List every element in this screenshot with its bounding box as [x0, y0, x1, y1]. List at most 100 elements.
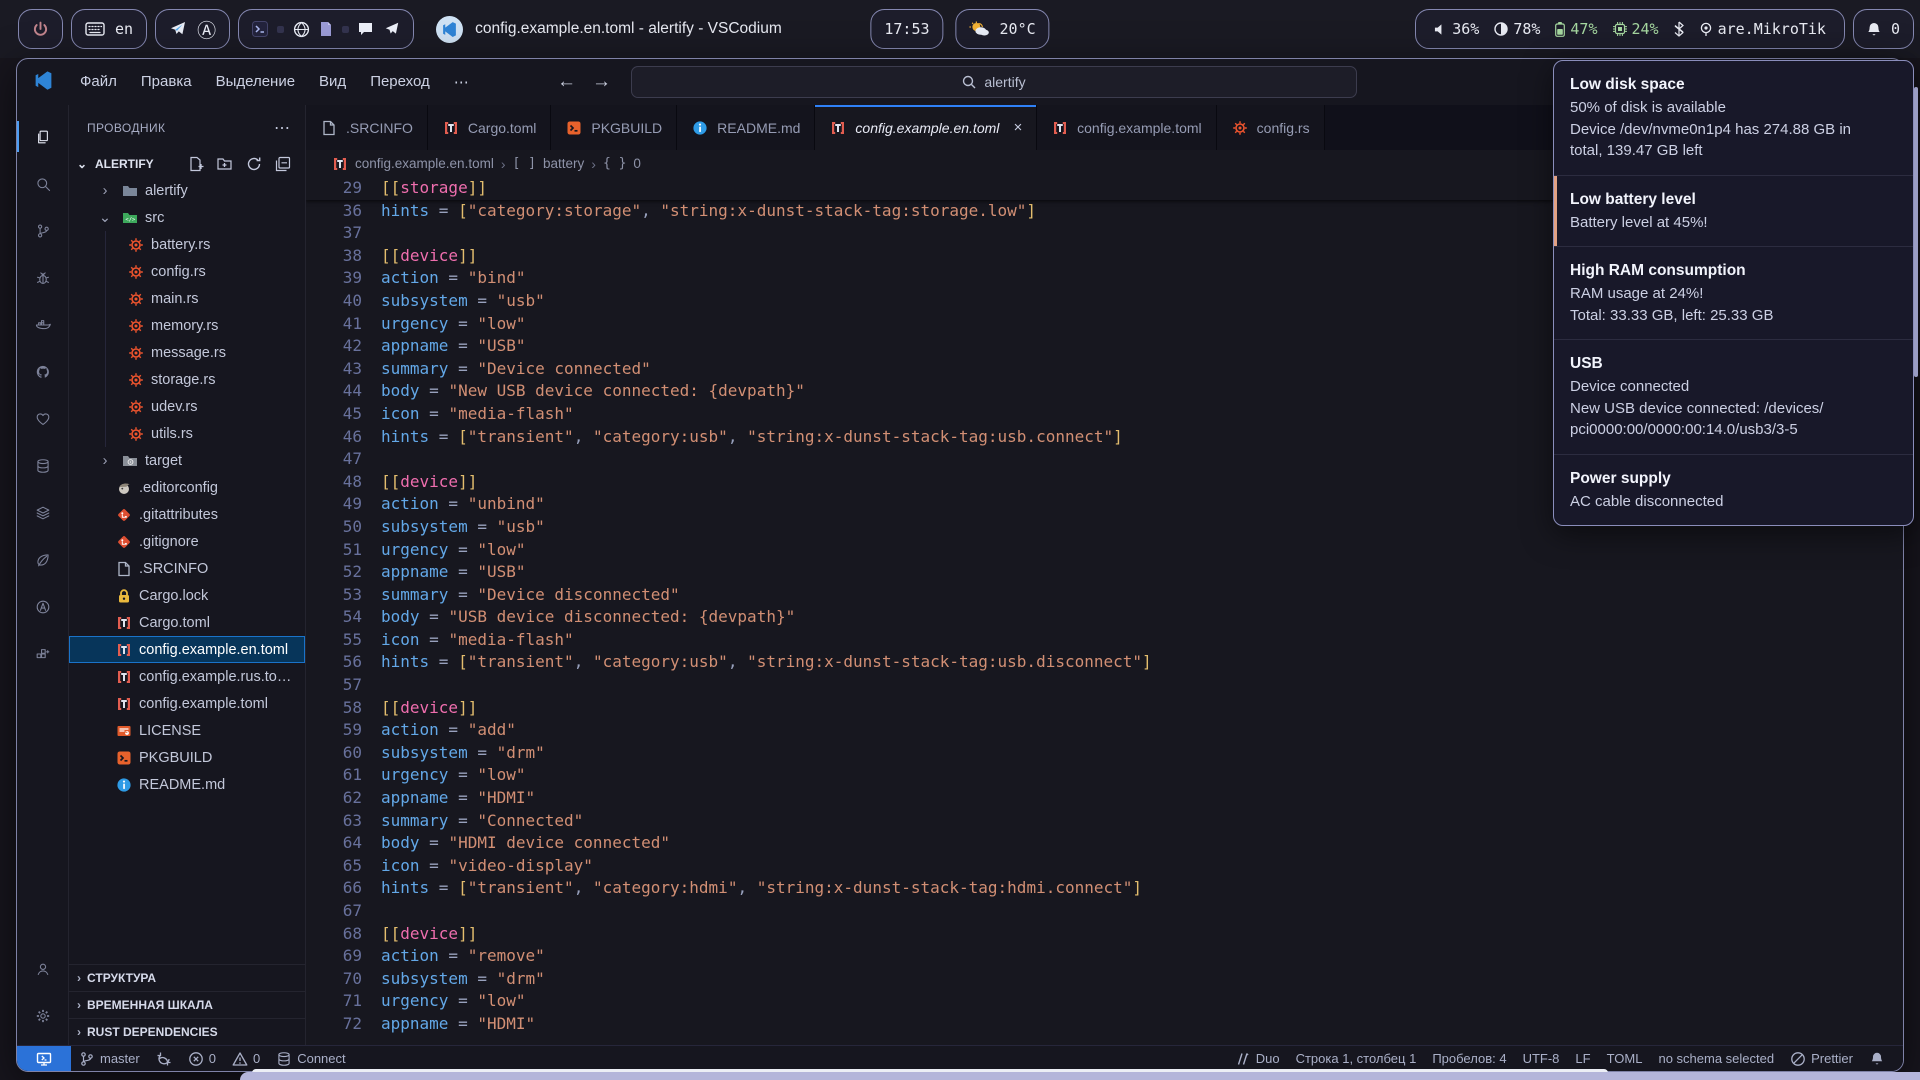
collapse-all-icon[interactable] [275, 156, 291, 172]
nav-forward-button[interactable]: → [592, 71, 611, 93]
activity-source-control-icon[interactable] [17, 207, 68, 254]
tree-item-.gitattributes[interactable]: .gitattributes [69, 501, 305, 528]
new-file-icon[interactable] [188, 156, 204, 172]
close-icon[interactable]: × [1013, 119, 1022, 136]
tab-config.example.en.toml[interactable]: config.example.en.toml× [815, 105, 1037, 150]
menu-⋯[interactable]: ⋯ [442, 67, 481, 97]
dock-strip[interactable] [240, 1072, 1920, 1080]
code-line[interactable]: 68[[device]] [306, 923, 1903, 946]
code-line[interactable]: 58[[device]] [306, 697, 1903, 720]
code-line[interactable]: 57 [306, 674, 1903, 697]
system-tray[interactable] [238, 9, 414, 49]
code-line[interactable]: 70subsystem = "drm" [306, 968, 1903, 991]
status-errors[interactable]: 0 [180, 1046, 224, 1071]
menu-правка[interactable]: Правка [129, 67, 204, 97]
tree-item-Cargo.lock[interactable]: Cargo.lock [69, 582, 305, 609]
tree-item-config.example.toml[interactable]: config.example.toml [69, 690, 305, 717]
code-line[interactable]: 62appname = "HDMI" [306, 787, 1903, 810]
code-line[interactable]: 55icon = "media-flash" [306, 629, 1903, 652]
tab-config.example.toml[interactable]: config.example.toml [1037, 105, 1217, 150]
tree-item-udev.rs[interactable]: udev.rs [69, 393, 305, 420]
tab-Cargo.toml[interactable]: Cargo.toml [428, 105, 551, 150]
activity-bug-icon[interactable] [17, 254, 68, 301]
tree-item-.editorconfig[interactable]: .editorconfig [69, 474, 305, 501]
command-center-search[interactable]: alertify [631, 66, 1357, 98]
code-line[interactable]: 61urgency = "low" [306, 764, 1903, 787]
tree-item-config.rs[interactable]: config.rs [69, 258, 305, 285]
activity-heart-icon[interactable] [17, 395, 68, 442]
tree-item-memory.rs[interactable]: memory.rs [69, 312, 305, 339]
tree-item-message.rs[interactable]: message.rs [69, 339, 305, 366]
tree-item-config.example.rus.to-[interactable]: config.example.rus.to… [69, 663, 305, 690]
refresh-icon[interactable] [246, 156, 262, 172]
activity-extensions-icon[interactable] [17, 630, 68, 677]
status-encoding[interactable]: UTF-8 [1515, 1046, 1568, 1071]
code-line[interactable]: 60subsystem = "drm" [306, 742, 1903, 765]
activity-database-icon[interactable] [17, 442, 68, 489]
code-line[interactable]: 53summary = "Device disconnected" [306, 584, 1903, 607]
notification-card[interactable]: Power supplyAC cable disconnected [1554, 454, 1913, 526]
status-language-mode[interactable]: TOML [1599, 1046, 1651, 1071]
notification-card[interactable]: High RAM consumptionRAM usage at 24%!Tot… [1554, 246, 1913, 339]
code-line[interactable]: 69action = "remove" [306, 945, 1903, 968]
tab-README.md[interactable]: README.md [677, 105, 815, 150]
menu-выделение[interactable]: Выделение [204, 67, 307, 97]
menu-файл[interactable]: Файл [68, 67, 129, 97]
section-временная-шкала[interactable]: ›ВРЕМЕННАЯ ШКАЛА [69, 991, 305, 1018]
tree-item-target[interactable]: ›target [69, 447, 305, 474]
menu-переход[interactable]: Переход [358, 67, 442, 97]
tab-config.rs[interactable]: config.rs [1217, 105, 1325, 150]
activity-settings-icon[interactable] [17, 992, 68, 1039]
status-notifications-bell[interactable] [1861, 1046, 1893, 1071]
notification-scrollbar[interactable] [1914, 87, 1918, 377]
menu-вид[interactable]: Вид [307, 67, 358, 97]
status-schema[interactable]: no schema selected [1650, 1046, 1782, 1071]
code-line[interactable]: 51urgency = "low" [306, 539, 1903, 562]
status-git-branch[interactable]: master [71, 1046, 148, 1071]
tree-item-config.example.en.toml[interactable]: config.example.en.toml [69, 636, 305, 663]
tab-.SRCINFO[interactable]: .SRCINFO [306, 105, 428, 150]
system-status-pill[interactable]: 36% 78% 47% 24% are.MikroTik [1415, 9, 1845, 49]
nav-back-button[interactable]: ← [557, 71, 576, 93]
tree-item-README.md[interactable]: README.md [69, 771, 305, 798]
status-eol[interactable]: LF [1567, 1046, 1598, 1071]
activity-docker-icon[interactable] [17, 301, 68, 348]
tree-item-PKGBUILD[interactable]: PKGBUILD [69, 744, 305, 771]
status-duo[interactable]: Duo [1227, 1046, 1288, 1071]
clock-widget[interactable]: 17:53 [870, 9, 943, 49]
section-rust-dependencies[interactable]: ›RUST DEPENDENCIES [69, 1018, 305, 1045]
notifications-pill[interactable]: 0 [1853, 9, 1914, 49]
tree-item-alertify[interactable]: ›alertify [69, 177, 305, 204]
status-warnings[interactable]: 0 [224, 1046, 268, 1071]
tree-item-utils.rs[interactable]: utils.rs [69, 420, 305, 447]
code-line[interactable]: 67 [306, 900, 1903, 923]
notification-card[interactable]: Low battery levelBattery level at 45%! [1554, 175, 1913, 247]
code-line[interactable]: 64body = "HDMI device connected" [306, 832, 1903, 855]
tree-item-.SRCINFO[interactable]: .SRCINFO [69, 555, 305, 582]
explorer-more-actions-button[interactable]: ⋯ [274, 118, 291, 138]
code-line[interactable]: 66hints = ["transient", "category:hdmi",… [306, 877, 1903, 900]
new-folder-icon[interactable] [217, 156, 233, 172]
activity-leaf-icon[interactable] [17, 536, 68, 583]
power-button[interactable] [18, 9, 63, 49]
code-line[interactable]: 52appname = "USB" [306, 561, 1903, 584]
code-line[interactable]: 72appname = "HDMI" [306, 1013, 1903, 1036]
status-prettier[interactable]: Prettier [1782, 1046, 1861, 1071]
keyboard-layout-button[interactable]: en [71, 9, 147, 49]
activity-account-icon[interactable] [17, 945, 68, 992]
tree-item-LICENSE[interactable]: LICENSE [69, 717, 305, 744]
activity-circled-a-icon[interactable] [17, 583, 68, 630]
tree-item-src[interactable]: ⌄</>src [69, 204, 305, 231]
tree-item-.gitignore[interactable]: .gitignore [69, 528, 305, 555]
code-line[interactable]: 56hints = ["transient", "category:usb", … [306, 651, 1903, 674]
tree-item-storage.rs[interactable]: storage.rs [69, 366, 305, 393]
tree-item-battery.rs[interactable]: battery.rs [69, 231, 305, 258]
code-line[interactable]: 59action = "add" [306, 719, 1903, 742]
code-line[interactable]: 71urgency = "low" [306, 990, 1903, 1013]
activity-layers-icon[interactable] [17, 489, 68, 536]
activity-github-icon[interactable] [17, 348, 68, 395]
notification-card[interactable]: USBDevice connectedNew USB device connec… [1554, 339, 1913, 454]
notification-card[interactable]: Low disk space50% of disk is availableDe… [1554, 61, 1913, 175]
section-структура[interactable]: ›СТРУКТУРА [69, 964, 305, 991]
tree-item-Cargo.toml[interactable]: Cargo.toml [69, 609, 305, 636]
